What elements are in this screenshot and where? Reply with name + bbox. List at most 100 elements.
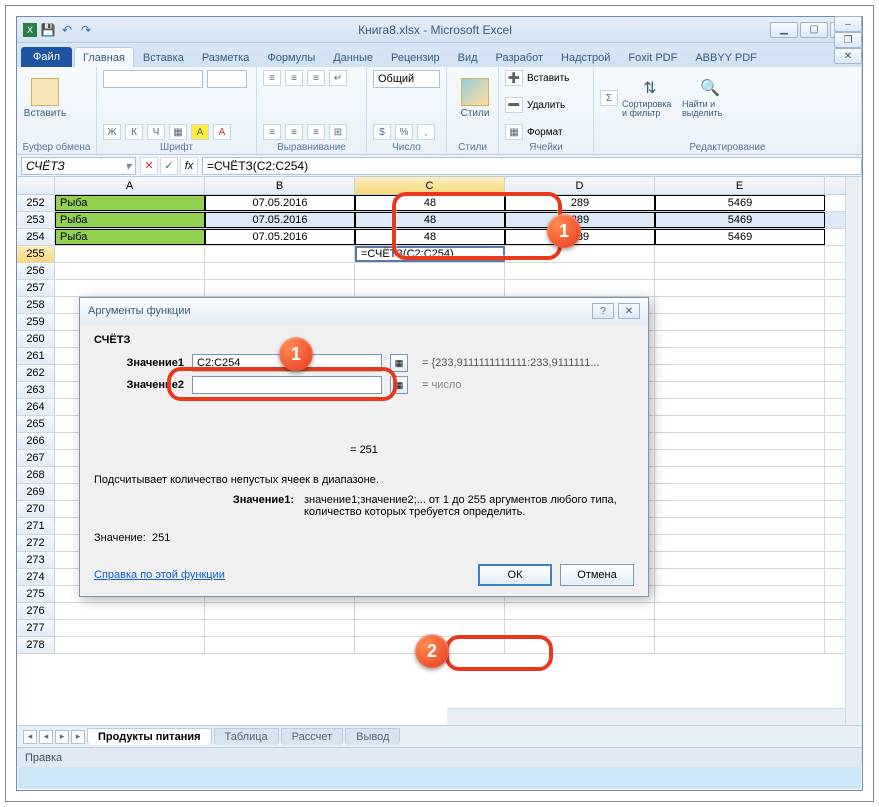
cell[interactable]	[655, 501, 825, 517]
row-header[interactable]: 266	[17, 433, 55, 449]
border-button[interactable]: ▦	[169, 124, 187, 140]
cell[interactable]	[655, 280, 825, 296]
cell[interactable]	[655, 348, 825, 364]
cell[interactable]: 5469	[655, 195, 825, 211]
col-header-C[interactable]: C	[355, 177, 505, 194]
col-header-E[interactable]: E	[655, 177, 825, 194]
percent-button[interactable]: %	[395, 124, 413, 140]
row-header[interactable]: 267	[17, 450, 55, 466]
cell[interactable]	[205, 263, 355, 279]
numberformat-combo[interactable]: Общий	[373, 70, 440, 88]
bold-button[interactable]: Ж	[103, 124, 121, 140]
row-header[interactable]: 263	[17, 382, 55, 398]
align-bot[interactable]: ≡	[307, 70, 325, 86]
row-header[interactable]: 264	[17, 399, 55, 415]
arg2-ref-button[interactable]: ▦	[390, 376, 408, 394]
arg1-input[interactable]	[192, 354, 382, 372]
cell[interactable]	[505, 280, 655, 296]
cell[interactable]: 289	[505, 212, 655, 228]
cancel-button[interactable]: Отмена	[560, 564, 634, 586]
cell[interactable]: 289	[505, 195, 655, 211]
row-header[interactable]: 262	[17, 365, 55, 381]
doc-restore-button[interactable]: ❐	[834, 32, 862, 48]
cell[interactable]	[355, 620, 505, 636]
sheet-tab-4[interactable]: Вывод	[345, 728, 400, 745]
sheet-nav-next[interactable]: ▸	[55, 730, 69, 744]
autosum-button[interactable]: Σ	[600, 90, 618, 106]
cell[interactable]: 07.05.2016	[205, 195, 355, 211]
row-header[interactable]: 255	[17, 246, 55, 262]
cell[interactable]	[655, 297, 825, 313]
fx-button[interactable]: fx	[180, 157, 198, 175]
horizontal-scrollbar[interactable]	[447, 708, 845, 725]
currency-button[interactable]: $	[373, 124, 391, 140]
row-header[interactable]: 275	[17, 586, 55, 602]
sheet-nav-first[interactable]: ◂	[23, 730, 37, 744]
styles-button[interactable]: Стили	[453, 70, 497, 126]
arg2-input[interactable]	[192, 376, 382, 394]
cell[interactable]: 5469	[655, 229, 825, 245]
align-right[interactable]: ≡	[307, 124, 325, 140]
save-icon[interactable]: 💾	[40, 22, 56, 38]
find-select-button[interactable]: 🔍Найти и выделить	[682, 70, 738, 126]
row-header[interactable]: 252	[17, 195, 55, 211]
align-left[interactable]: ≡	[263, 124, 281, 140]
row-header[interactable]: 271	[17, 518, 55, 534]
cell[interactable]	[655, 484, 825, 500]
row-header[interactable]: 269	[17, 484, 55, 500]
cell[interactable]	[55, 280, 205, 296]
tab-view[interactable]: Вид	[449, 47, 487, 67]
fillcolor-button[interactable]: A	[191, 124, 209, 140]
row-header[interactable]: 258	[17, 297, 55, 313]
sheet-tab-1[interactable]: Продукты питания	[87, 728, 212, 745]
row-header[interactable]: 256	[17, 263, 55, 279]
delete-cells-button[interactable]: Удалить	[527, 100, 565, 111]
undo-icon[interactable]: ↶	[59, 22, 75, 38]
tab-file[interactable]: Файл	[21, 47, 72, 67]
doc-close-button[interactable]: ✕	[834, 48, 862, 64]
cell[interactable]	[205, 280, 355, 296]
cell[interactable]	[655, 637, 825, 653]
row-header[interactable]: 272	[17, 535, 55, 551]
row-header[interactable]: 268	[17, 467, 55, 483]
cell[interactable]: 07.05.2016	[205, 229, 355, 245]
cell[interactable]	[655, 467, 825, 483]
cell[interactable]	[205, 603, 355, 619]
cell[interactable]	[355, 603, 505, 619]
cell[interactable]	[205, 620, 355, 636]
paste-button[interactable]: Вставить	[23, 70, 67, 126]
tab-insert[interactable]: Вставка	[134, 47, 193, 67]
select-all-corner[interactable]	[17, 177, 55, 194]
cell[interactable]	[205, 637, 355, 653]
merge-button[interactable]: ⊞	[329, 124, 347, 140]
col-header-B[interactable]: B	[205, 177, 355, 194]
insert-cells-button[interactable]: Вставить	[527, 73, 569, 84]
row-header[interactable]: 270	[17, 501, 55, 517]
cell[interactable]	[655, 569, 825, 585]
tab-review[interactable]: Рецензир	[382, 47, 449, 67]
cell[interactable]	[55, 603, 205, 619]
cell[interactable]	[655, 382, 825, 398]
formula-input[interactable]: =СЧЁТЗ(C2:C254)	[202, 157, 862, 175]
cell[interactable]	[655, 518, 825, 534]
sort-filter-button[interactable]: ⇅Сортировка и фильтр	[622, 70, 678, 126]
cell[interactable]	[55, 620, 205, 636]
cell[interactable]	[655, 535, 825, 551]
tab-layout[interactable]: Разметка	[193, 47, 259, 67]
cell[interactable]: 48	[355, 212, 505, 228]
enter-formula-button[interactable]: ✓	[160, 157, 178, 175]
row-header[interactable]: 274	[17, 569, 55, 585]
cell[interactable]	[655, 603, 825, 619]
row-header[interactable]: 257	[17, 280, 55, 296]
row-header[interactable]: 260	[17, 331, 55, 347]
insert-cells-icon[interactable]: ➕	[505, 70, 523, 86]
row-header[interactable]: 277	[17, 620, 55, 636]
cell[interactable]	[505, 620, 655, 636]
cell[interactable]	[505, 603, 655, 619]
align-center[interactable]: ≡	[285, 124, 303, 140]
cell[interactable]	[655, 433, 825, 449]
doc-minimize-button[interactable]: –	[834, 16, 862, 32]
cell[interactable]: 5469	[655, 212, 825, 228]
sheet-nav-prev[interactable]: ◂	[39, 730, 53, 744]
help-link[interactable]: Справка по этой функции	[94, 569, 225, 581]
